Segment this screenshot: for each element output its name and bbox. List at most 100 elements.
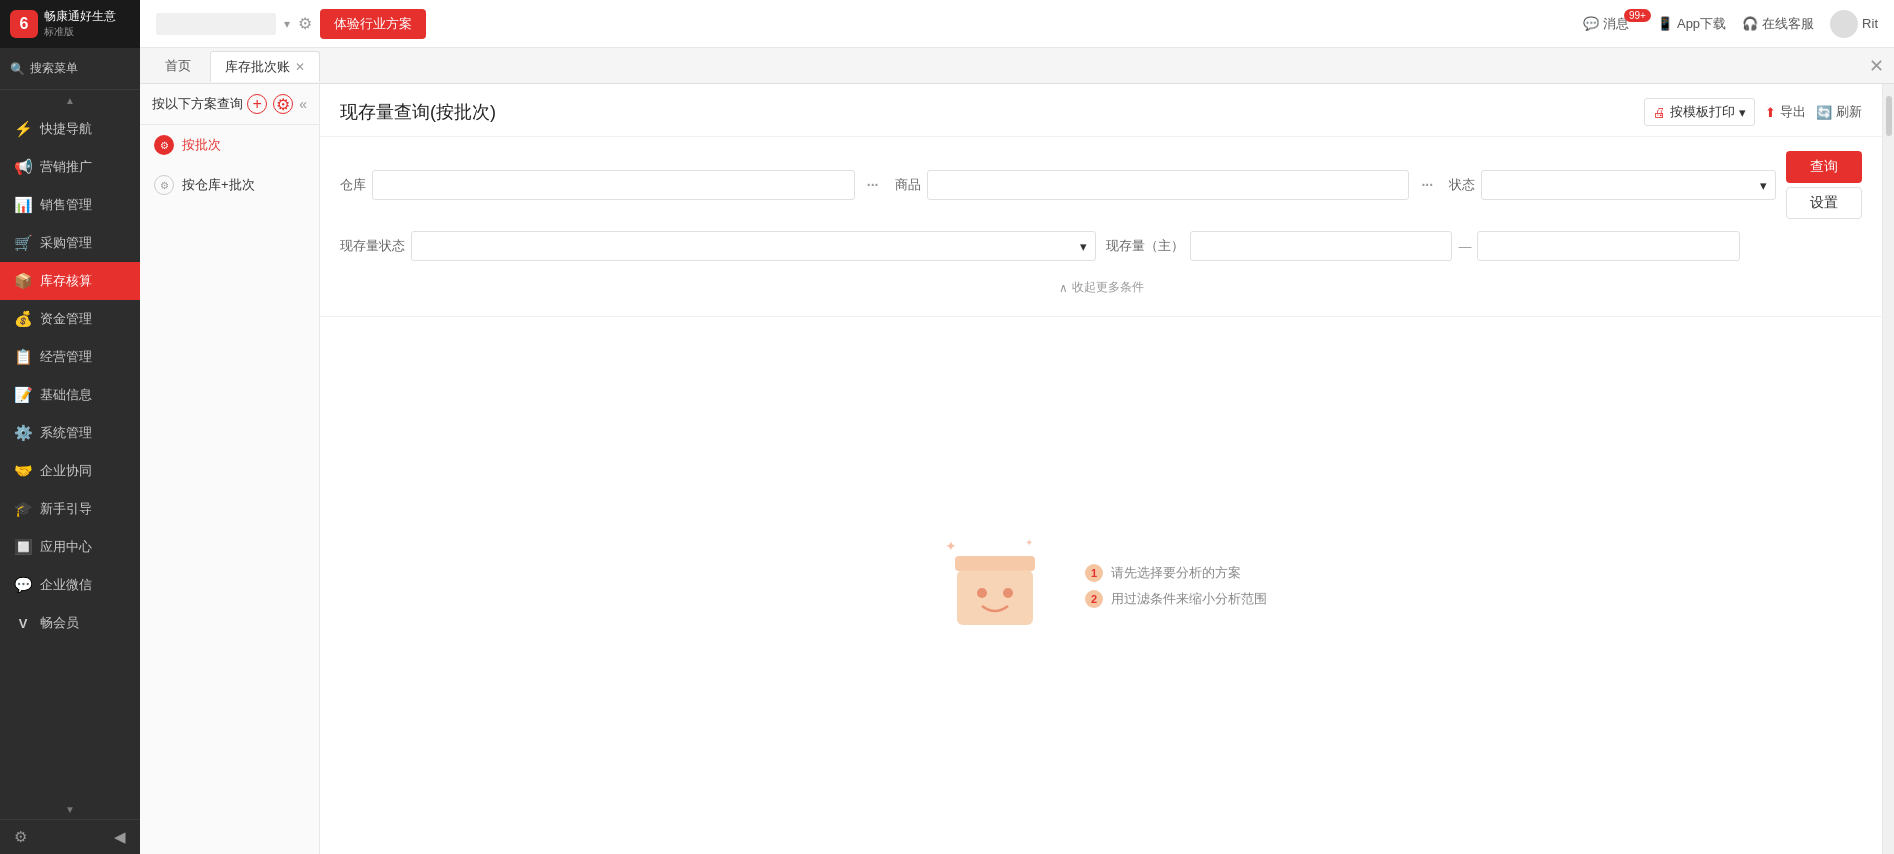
sidebar-item-huiyuan[interactable]: V 畅会员 (0, 604, 140, 642)
sidebar-scroll-down[interactable]: ▼ (0, 799, 140, 819)
scrollbar-thumb (1886, 96, 1892, 136)
plan-label: 按批次 (182, 136, 221, 154)
plan-settings-btn[interactable]: ⚙ (273, 94, 293, 114)
plan-secondary-icon: ⚙ (154, 175, 174, 195)
online-service-btn[interactable]: 🎧 在线客服 (1742, 15, 1814, 33)
sidebar-item-zijin[interactable]: 💰 资金管理 (0, 300, 140, 338)
collapse-filter-btn[interactable]: ∧ 收起更多条件 (340, 273, 1862, 302)
online-service-label: 在线客服 (1762, 15, 1814, 33)
topbar-settings-icon[interactable]: ⚙ (298, 14, 312, 33)
topbar-dropdown-icon[interactable]: ▾ (284, 17, 290, 31)
tab-kucun-pizhang[interactable]: 库存批次账 ✕ (210, 51, 320, 82)
sidebar-scroll-up[interactable]: ▲ (0, 90, 140, 110)
product-more-btn[interactable]: ··· (1415, 173, 1439, 197)
product-input[interactable] (927, 170, 1410, 200)
yingxiao-icon: 📢 (14, 158, 32, 176)
sidebar-item-yingyong[interactable]: 🔲 应用中心 (0, 528, 140, 566)
xinshou-icon: 🎓 (14, 500, 32, 518)
messages-btn[interactable]: 💬 消息 99+ (1583, 15, 1641, 33)
empty-tip-2: 2 用过滤条件来缩小分析范围 (1085, 590, 1267, 608)
svg-text:✦: ✦ (1025, 537, 1033, 548)
footer-settings-icon[interactable]: ⚙ (14, 828, 27, 846)
sidebar-item-kuaijie[interactable]: ⚡ 快捷导航 (0, 110, 140, 148)
tab-close-icon[interactable]: ✕ (295, 61, 305, 73)
stock-amount-to-input[interactable] (1477, 231, 1739, 261)
add-plan-btn[interactable]: + (247, 94, 267, 114)
qiyeweixin-icon: 💬 (14, 576, 32, 594)
footer-collapse-icon[interactable]: ◀ (114, 828, 126, 846)
user-menu[interactable]: Rit (1830, 10, 1878, 38)
product-filter: 商品 ··· (895, 170, 1440, 200)
tip-num-2: 2 (1085, 590, 1103, 608)
tip-text-2: 用过滤条件来缩小分析范围 (1111, 590, 1267, 608)
sidebar-item-jingying[interactable]: 📋 经营管理 (0, 338, 140, 376)
caigou-icon: 🛒 (14, 234, 32, 252)
kuaijie-icon: ⚡ (14, 120, 32, 138)
experience-btn[interactable]: 体验行业方案 (320, 9, 426, 39)
empty-state: ✦ ✦ 1 请先选择要分析的方案 2 用过滤条件来缩小分析范围 (320, 317, 1882, 854)
sidebar-item-jichu[interactable]: 📝 基础信息 (0, 376, 140, 414)
topbar-nav: ▾ ⚙ 体验行业方案 (156, 9, 1573, 39)
search-menu-button[interactable]: 🔍 搜索菜单 (10, 56, 130, 81)
right-scrollbar[interactable] (1882, 84, 1894, 854)
svg-rect-1 (957, 570, 1033, 625)
stock-status-filter: 现存量状态 ▾ (340, 231, 1096, 261)
export-btn[interactable]: ⬆ 导出 (1765, 103, 1806, 121)
app-download-btn[interactable]: 📱 App下载 (1657, 15, 1726, 33)
tabbar-close-btn[interactable]: ✕ (1869, 55, 1884, 77)
sidebar-header: 6 畅康通好生意 标准版 (0, 0, 140, 48)
sidebar-item-label: 畅会员 (40, 614, 79, 632)
sidebar-item-label: 新手引导 (40, 500, 92, 518)
sidebar-item-xinshou[interactable]: 🎓 新手引导 (0, 490, 140, 528)
stock-amount-from-input[interactable] (1190, 231, 1452, 261)
plan-item-by-batch[interactable]: ⚙ 按批次 (140, 125, 319, 165)
tab-home[interactable]: 首页 (150, 50, 206, 81)
settings-button[interactable]: 设置 (1786, 187, 1862, 219)
empty-illustration: ✦ ✦ (935, 526, 1055, 646)
svg-rect-0 (955, 556, 1035, 571)
user-name: Rit (1862, 16, 1878, 31)
plan-item-by-warehouse-batch[interactable]: ⚙ 按仓库+批次 (140, 165, 319, 205)
sidebar-item-label: 营销推广 (40, 158, 92, 176)
collapse-icon: « (299, 96, 307, 112)
sidebar-item-yingxiao[interactable]: 📢 营销推广 (0, 148, 140, 186)
filter-row-2: 现存量状态 ▾ 现存量（主） — (340, 231, 1862, 261)
panel-collapse-btn[interactable]: « (299, 96, 307, 112)
filter-row-1: 仓库 ··· 商品 ··· 状态 ▾ (340, 151, 1862, 219)
print-btn[interactable]: 🖨 按模板打印 ▾ (1644, 98, 1755, 126)
sidebar-item-xiaoshou[interactable]: 📊 销售管理 (0, 186, 140, 224)
warehouse-filter: 仓库 ··· (340, 170, 885, 200)
sidebar-item-qiyeweixin[interactable]: 💬 企业微信 (0, 566, 140, 604)
content-area: 按以下方案查询 + ⚙ « ⚙ 按批次 ⚙ (140, 84, 1894, 854)
left-panel: 按以下方案查询 + ⚙ « ⚙ 按批次 ⚙ (140, 84, 320, 854)
warehouse-more-btn[interactable]: ··· (861, 173, 885, 197)
sidebar-item-xitong[interactable]: ⚙️ 系统管理 (0, 414, 140, 452)
headset-icon: 🎧 (1742, 16, 1758, 31)
sidebar-search-area[interactable]: 🔍 搜索菜单 (0, 48, 140, 90)
qiye-icon: 🤝 (14, 462, 32, 480)
sidebar-item-caigou[interactable]: 🛒 采购管理 (0, 224, 140, 262)
refresh-btn[interactable]: 🔄 刷新 (1816, 103, 1862, 121)
left-panel-header: 按以下方案查询 + ⚙ « (140, 84, 319, 125)
status-select[interactable]: ▾ (1481, 170, 1776, 200)
svg-point-2 (977, 588, 987, 598)
product-label: 商品 (895, 176, 921, 194)
stock-status-select[interactable]: ▾ (411, 231, 1096, 261)
search-icon: 🔍 (10, 62, 25, 76)
collapse-filter-icon: ∧ (1059, 281, 1068, 295)
tabbar: 首页 库存批次账 ✕ ✕ (140, 48, 1894, 84)
plan-active-icon: ⚙ (154, 135, 174, 155)
svg-point-3 (1003, 588, 1013, 598)
refresh-label: 刷新 (1836, 103, 1862, 121)
sidebar-item-qiye[interactable]: 🤝 企业协同 (0, 452, 140, 490)
sidebar-item-label: 企业微信 (40, 576, 92, 594)
query-button[interactable]: 查询 (1786, 151, 1862, 183)
tip-num-1: 1 (1085, 564, 1103, 582)
sidebar-item-kucun[interactable]: 📦 库存核算 (0, 262, 140, 300)
zijin-icon: 💰 (14, 310, 32, 328)
topbar: ▾ ⚙ 体验行业方案 💬 消息 99+ 📱 App下载 🎧 在线客服 Rit (140, 0, 1894, 48)
tab-home-label: 首页 (165, 57, 191, 75)
print-dropdown-icon: ▾ (1739, 105, 1746, 120)
warehouse-input[interactable] (372, 170, 855, 200)
topbar-search-input[interactable] (156, 13, 276, 35)
